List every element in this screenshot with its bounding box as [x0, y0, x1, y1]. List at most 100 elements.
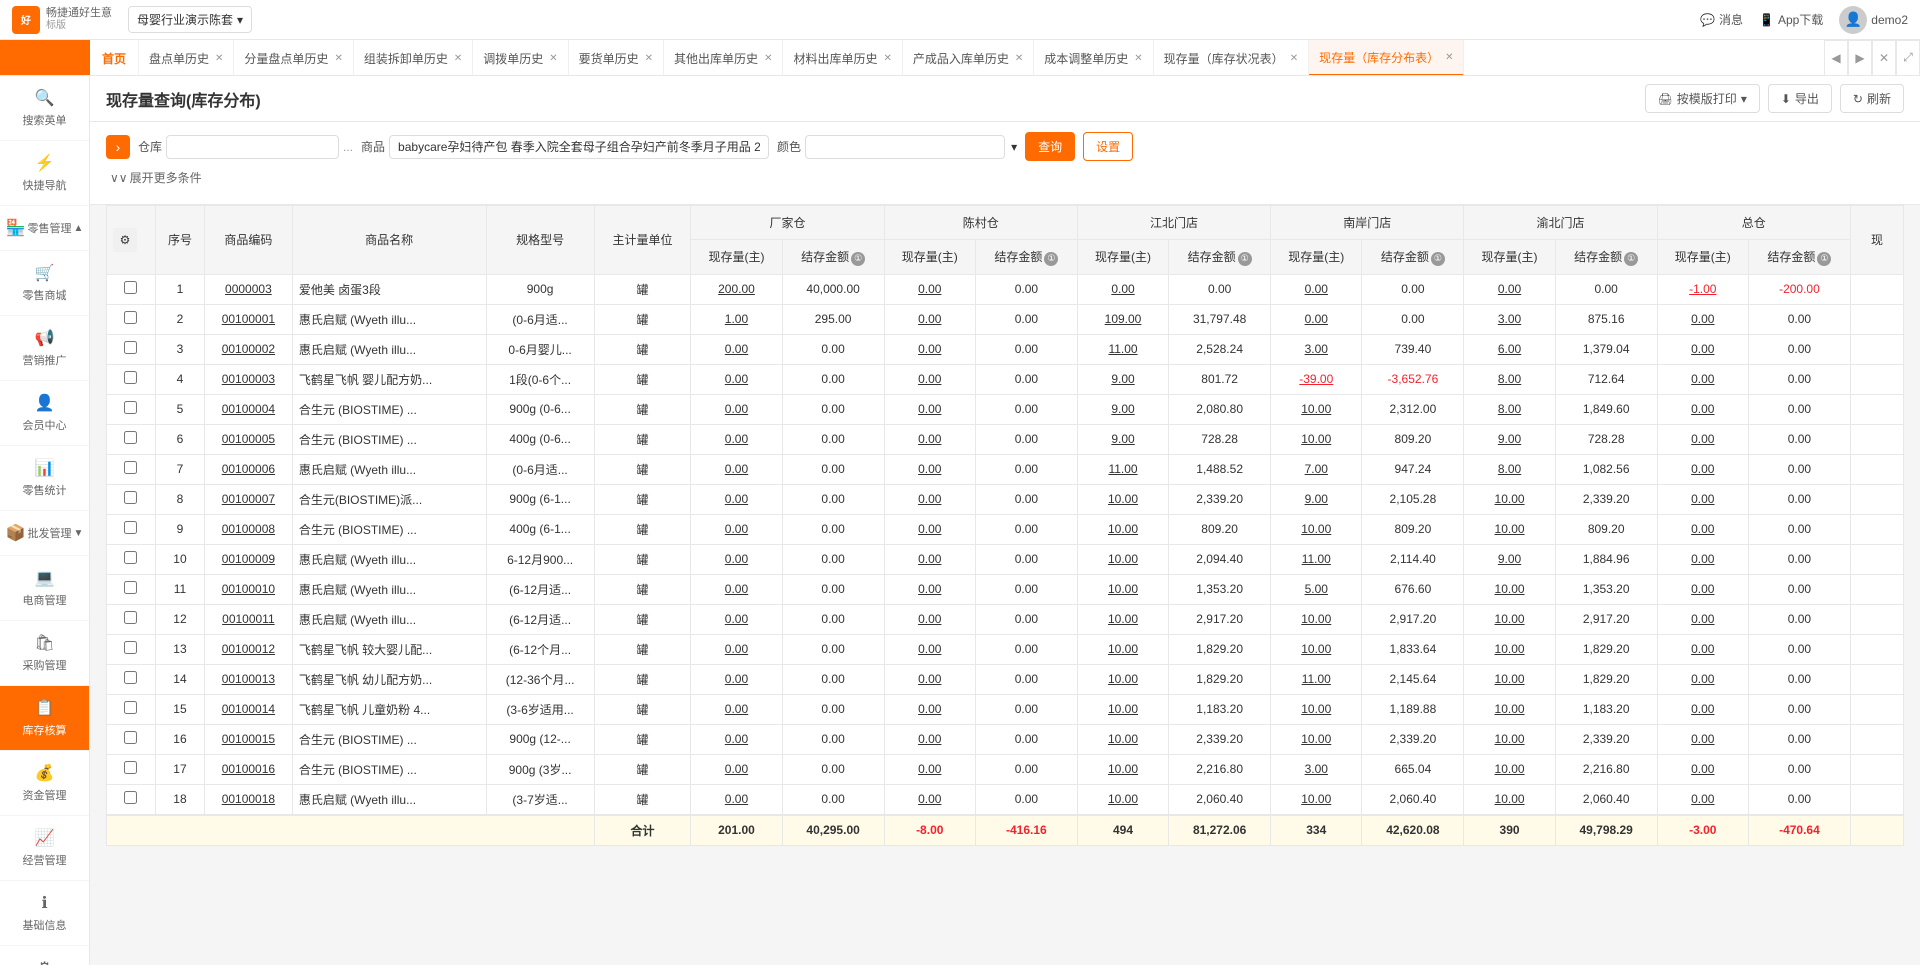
warehouse-input[interactable] — [166, 135, 339, 159]
close-icon[interactable]: ✕ — [764, 53, 772, 64]
export-btn[interactable]: ⬇ 导出 — [1768, 84, 1832, 113]
download-icon: 📱 — [1759, 13, 1774, 27]
info-icon[interactable]: ① — [1624, 252, 1638, 266]
tab-yaohuo[interactable]: 要货单历史 ✕ — [569, 40, 664, 75]
tab-diaob[interactable]: 调拨单历史 ✕ — [473, 40, 568, 75]
refresh-btn[interactable]: ↻ 刷新 — [1840, 84, 1904, 113]
nav-expand[interactable]: ⤢ — [1896, 40, 1920, 76]
table-row: 1600100015合生元 (BIOSTIME) ...900g (12-...… — [107, 724, 1904, 754]
nav-close-all[interactable]: ✕ — [1872, 40, 1896, 76]
sidebar-item-retailstat[interactable]: 📊 零售统计 — [0, 446, 89, 511]
wholesale-icon: 📦 — [6, 523, 26, 543]
retail-stat-icon: 📊 — [35, 458, 55, 478]
tab-zuzhang[interactable]: 组装拆卸单历史 ✕ — [354, 40, 473, 75]
sidebar-item-finance[interactable]: 💰 资金管理 — [0, 751, 89, 816]
tab-kucunkuang[interactable]: 现存量（库存状况表）✕ — [1154, 40, 1309, 75]
close-icon[interactable]: ✕ — [1290, 53, 1298, 64]
sidebar-item-wholesale[interactable]: 📦 批发管理 ▼ — [0, 511, 89, 556]
th-settings[interactable]: ⚙ — [107, 206, 156, 275]
tab-chengben[interactable]: 成本调整单历史 ✕ — [1034, 40, 1153, 75]
refresh-icon: ↻ — [1853, 92, 1863, 106]
info-icon[interactable]: ① — [851, 252, 865, 266]
th-ccc-amount: 结存金额① — [975, 240, 1077, 275]
message-btn[interactable]: 💬 消息 — [1700, 11, 1743, 28]
table-row: 500100004合生元 (BIOSTIME) ...900g (0-6...罐… — [107, 394, 1904, 424]
tab-kucunfenbu[interactable]: 现存量（库存分布表）✕ — [1309, 40, 1464, 75]
info-icon[interactable]: ① — [1238, 252, 1252, 266]
tab-chanchengpin[interactable]: 产成品入库单历史 ✕ — [903, 40, 1034, 75]
close-icon[interactable]: ✕ — [645, 53, 653, 64]
user-menu[interactable]: 👤 demo2 — [1839, 6, 1908, 34]
sidebar-item-basic[interactable]: ℹ 基础信息 — [0, 881, 89, 946]
info-icon[interactable]: ① — [1431, 252, 1445, 266]
basic-icon: ℹ — [41, 893, 47, 913]
sidebar-item-member[interactable]: 👤 会员中心 — [0, 381, 89, 446]
close-icon[interactable]: ✕ — [1445, 52, 1453, 63]
sidebar-item-operation[interactable]: 📈 经营管理 — [0, 816, 89, 881]
mall-icon: 🛒 — [35, 263, 55, 283]
header-actions: 🖨 按模版打印 ▾ ⬇ 导出 ↻ 刷新 — [1645, 84, 1904, 113]
th-zongcang: 总仓 — [1657, 206, 1850, 240]
close-icon[interactable]: ✕ — [1015, 53, 1023, 64]
sidebar-item-marketing[interactable]: 📢 营销推广 — [0, 316, 89, 381]
top-bar: 好 畅捷通好生意 标版 母婴行业演示陈套 ▾ 💬 消息 📱 App下载 👤 de… — [0, 0, 1920, 40]
main-layout: 🔍 搜索英单 ⚡ 快捷导航 🏪 零售管理 ▲ 🛒 零售商城 📢 营销推广 👤 会… — [0, 76, 1920, 965]
tab-cailiaochu[interactable]: 材料出库单历史 ✕ — [783, 40, 902, 75]
sidebar-item-ecommerce[interactable]: 💻 电商管理 — [0, 556, 89, 621]
close-icon[interactable]: ✕ — [883, 53, 891, 64]
tab-fenpandian[interactable]: 分量盘点单历史 ✕ — [234, 40, 353, 75]
nav-prev[interactable]: ◀ — [1824, 40, 1848, 76]
nav-next[interactable]: ▶ — [1848, 40, 1872, 76]
table-row: 1400100013飞鹤星飞帆 幼儿配方奶...(12-36个月...罐0.00… — [107, 664, 1904, 694]
close-icon[interactable]: ✕ — [454, 53, 462, 64]
sidebar-item-quicknav[interactable]: ⚡ 快捷导航 — [0, 141, 89, 206]
print-btn[interactable]: 🖨 按模版打印 ▾ — [1645, 84, 1760, 113]
page-header: 现存量查询(库存分布) 🖨 按模版打印 ▾ ⬇ 导出 ↻ 刷新 — [90, 76, 1920, 122]
settings-btn[interactable]: 设置 — [1083, 132, 1133, 161]
table-row: 800100007合生元(BIOSTIME)派...900g (6-1...罐0… — [107, 484, 1904, 514]
table-row: 1500100014飞鹤星飞帆 儿童奶粉 4...(3-6岁适用...罐0.00… — [107, 694, 1904, 724]
message-icon: 💬 — [1700, 13, 1715, 27]
th-jb-qty: 现存量(主) — [1077, 240, 1168, 275]
tab-home[interactable]: 首页 — [90, 40, 139, 75]
info-icon[interactable]: ① — [1817, 252, 1831, 266]
sidebar-item-mall[interactable]: 🛒 零售商城 — [0, 251, 89, 316]
warehouse-field: 仓库 ... — [138, 135, 353, 159]
sidebar-item-purchase[interactable]: 🛍 采购管理 — [0, 621, 89, 686]
th-na-qty: 现存量(主) — [1271, 240, 1362, 275]
sidebar-item-retail[interactable]: 🏪 零售管理 ▲ — [0, 206, 89, 251]
top-bar-left: 好 畅捷通好生意 标版 母婴行业演示陈套 ▾ — [12, 6, 252, 34]
close-icon[interactable]: ✕ — [1134, 53, 1142, 64]
settings-icon[interactable]: ⚙ — [113, 228, 137, 252]
top-bar-right: 💬 消息 📱 App下载 👤 demo2 — [1700, 6, 1908, 34]
close-icon[interactable]: ✕ — [549, 53, 557, 64]
close-icon[interactable]: ✕ — [334, 53, 342, 64]
goods-input[interactable] — [389, 135, 769, 159]
query-btn[interactable]: 查询 — [1025, 132, 1075, 161]
tab-pandian[interactable]: 盘点单历史 ✕ — [139, 40, 234, 75]
tab-qitachu[interactable]: 其他出库单历史 ✕ — [664, 40, 783, 75]
color-field: 颜色 ▾ — [777, 135, 1017, 159]
th-row-num: 序号 — [155, 206, 204, 275]
quick-nav-icon: ⚡ — [35, 153, 55, 173]
table-row: 400100003飞鹤星飞帆 婴儿配方奶...1段(0-6个...罐0.000.… — [107, 364, 1904, 394]
chevron-icon: ▲ — [74, 223, 84, 234]
th-cjc-amount: 结存金额① — [782, 240, 884, 275]
search-row: › 仓库 ... 商品 颜色 ▾ 查询 设置 — [106, 132, 1904, 161]
expand-conditions-btn[interactable]: ∨∨ 展开更多条件 — [106, 165, 1904, 190]
table-row: 1100100010惠氏启赋 (Wyeth illu...(6-12月适...罐… — [107, 574, 1904, 604]
color-input[interactable] — [805, 135, 1005, 159]
sidebar-item-inventory[interactable]: 📋 库存核算 — [0, 686, 89, 751]
retail-icon: 🏪 — [6, 218, 26, 238]
close-icon[interactable]: ✕ — [215, 53, 223, 64]
app-download-btn[interactable]: 📱 App下载 — [1759, 11, 1823, 28]
info-icon[interactable]: ① — [1044, 252, 1058, 266]
expand-search-btn[interactable]: › — [106, 135, 130, 159]
table-row: 1000100009惠氏启赋 (Wyeth illu...6-12月900...… — [107, 544, 1904, 574]
color-dropdown-icon: ▾ — [1011, 140, 1017, 154]
search-more: ∨∨ 展开更多条件 — [106, 161, 1904, 194]
store-selector[interactable]: 母婴行业演示陈套 ▾ — [128, 6, 252, 33]
table-row: 1700100016合生元 (BIOSTIME) ...900g (3岁...罐… — [107, 754, 1904, 784]
sidebar-item-search[interactable]: 🔍 搜索英单 — [0, 76, 89, 141]
sidebar-item-system[interactable]: ⚙ 系统管理 — [0, 946, 89, 965]
